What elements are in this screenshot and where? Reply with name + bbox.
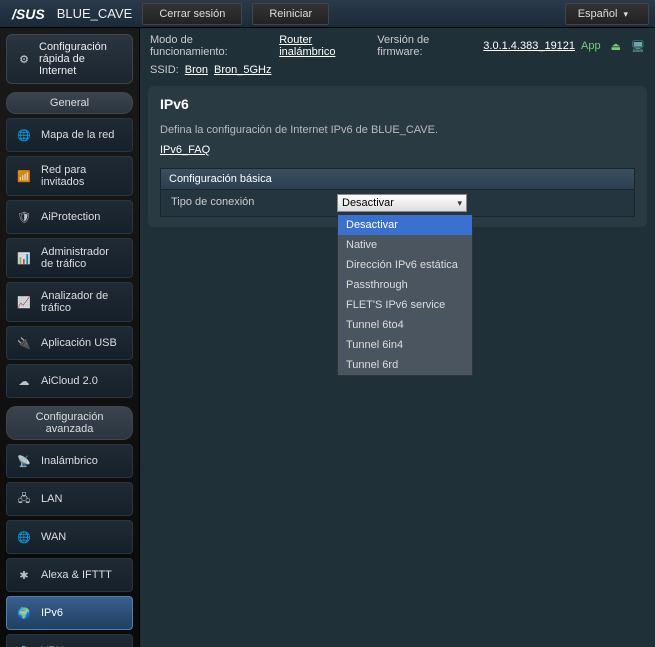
client-icon[interactable]: 🖥 [631, 40, 645, 53]
wireless-icon: 📡 [15, 452, 33, 470]
conn-option-6[interactable]: Tunnel 6in4 [338, 335, 472, 355]
page-title: IPv6 [160, 96, 635, 112]
gear-icon: ⚙ [15, 50, 33, 68]
sidebar-item-wan[interactable]: 🌐 WAN [6, 520, 133, 554]
sidebar-item-label: LAN [41, 493, 62, 505]
sidebar-item-label: IPv6 [41, 607, 63, 619]
sidebar-item-usb[interactable]: 🔌 Aplicación USB [6, 326, 133, 360]
sidebar-item-aiprot[interactable]: 🛡 AiProtection [6, 200, 133, 234]
aicloud-icon: ☁ [15, 372, 33, 390]
aiprot-icon: 🛡 [15, 208, 33, 226]
conn-type-dropdown: DesactivarNativeDirección IPv6 estáticaP… [337, 214, 473, 376]
page-description: Defina la configuración de Internet IPv6… [160, 124, 635, 136]
section-advanced: Configuración avanzada [6, 406, 133, 440]
faq-link[interactable]: IPv6_FAQ [160, 144, 210, 156]
sidebar-item-vpn[interactable]: 🔒VPN [6, 634, 133, 647]
language-selector[interactable]: Español [565, 3, 649, 25]
quick-setup-button[interactable]: ⚙ Configuración rápida de Internet [6, 34, 133, 84]
main-layout: ⚙ Configuración rápida de Internet Gener… [0, 28, 655, 647]
section-general: General [6, 92, 133, 114]
sidebar-item-guest[interactable]: 📶 Red para invitados [6, 156, 133, 196]
sidebar-item-aicloud[interactable]: ☁ AiCloud 2.0 [6, 364, 133, 398]
guest-icon: 📶 [15, 167, 33, 185]
analyzer-icon: 📈 [15, 293, 33, 311]
ipv6-icon: 🌍 [15, 604, 33, 622]
conn-option-3[interactable]: Passthrough [338, 275, 472, 295]
mode-label: Modo de funcionamiento: [150, 34, 273, 58]
sidebar-item-label: WAN [41, 531, 66, 543]
conn-option-5[interactable]: Tunnel 6to4 [338, 315, 472, 335]
conn-option-1[interactable]: Native [338, 235, 472, 255]
sidebar-item-alexa[interactable]: ✱ Alexa & IFTTT [6, 558, 133, 592]
conn-option-4[interactable]: FLET'S IPv6 service [338, 295, 472, 315]
info-bar: Modo de funcionamiento: Router inalámbri… [140, 28, 655, 64]
usb-icon[interactable]: ⏏ [611, 40, 621, 53]
brand-logo: /SUS [6, 6, 51, 22]
sidebar-item-label: AiCloud 2.0 [41, 375, 98, 387]
ssid-bar: SSID: Bron Bron_5GHz [140, 64, 655, 82]
sidebar-item-label: Administrador de tráfico [41, 246, 124, 270]
reboot-button[interactable]: Reiniciar [252, 3, 329, 25]
traffic-icon: 📊 [15, 249, 33, 267]
vpn-icon: 🔒 [15, 642, 33, 647]
ipv6-panel: IPv6 Defina la configuración de Internet… [148, 86, 647, 227]
sidebar-item-ipv6[interactable]: 🌍 IPv6 [6, 596, 133, 630]
alexa-icon: ✱ [15, 566, 33, 584]
conn-option-2[interactable]: Dirección IPv6 estática [338, 255, 472, 275]
sidebar-item-analyzer[interactable]: 📈 Analizador de tráfico [6, 282, 133, 322]
sidebar-item-lan[interactable]: 🖧 LAN [6, 482, 133, 516]
quick-setup-label: Configuración rápida de Internet [39, 41, 124, 77]
sidebar-item-label: Mapa de la red [41, 129, 114, 141]
content-area: Modo de funcionamiento: Router inalámbri… [140, 28, 655, 647]
map-icon: 🌐 [15, 126, 33, 144]
top-header: /SUS BLUE_CAVE Cerrar sesión Reiniciar E… [0, 0, 655, 28]
sidebar-item-label: Aplicación USB [41, 337, 117, 349]
sidebar-item-map[interactable]: 🌐 Mapa de la red [6, 118, 133, 152]
fw-link[interactable]: 3.0.1.4.383_19121 [483, 40, 575, 52]
sidebar-item-label: Analizador de tráfico [41, 290, 124, 314]
ssid1-link[interactable]: Bron [185, 64, 208, 76]
usb-icon: 🔌 [15, 334, 33, 352]
sidebar-item-label: Inalámbrico [41, 455, 98, 467]
mode-link[interactable]: Router inalámbrico [279, 34, 371, 58]
app-link[interactable]: App [581, 40, 601, 52]
conn-type-label: Tipo de conexión [161, 190, 331, 216]
device-name: BLUE_CAVE [57, 6, 133, 21]
sidebar-item-wireless[interactable]: 📡 Inalámbrico [6, 444, 133, 478]
lan-icon: 🖧 [15, 490, 33, 508]
ssid-label: SSID: [150, 64, 179, 76]
sidebar-item-traffic[interactable]: 📊 Administrador de tráfico [6, 238, 133, 278]
conn-option-0[interactable]: Desactivar [338, 215, 472, 235]
conn-type-row: Tipo de conexión Desactivar DesactivarNa… [160, 190, 635, 217]
ssid2-link[interactable]: Bron_5GHz [214, 64, 271, 76]
conn-type-select[interactable]: Desactivar [337, 194, 467, 212]
wan-icon: 🌐 [15, 528, 33, 546]
logout-button[interactable]: Cerrar sesión [142, 3, 242, 25]
fw-label: Versión de firmware: [377, 34, 477, 58]
sidebar-item-label: Alexa & IFTTT [41, 569, 112, 581]
conn-option-7[interactable]: Tunnel 6rd [338, 355, 472, 375]
sidebar-item-label: AiProtection [41, 211, 100, 223]
sidebar-item-label: Red para invitados [41, 164, 124, 188]
sidebar: ⚙ Configuración rápida de Internet Gener… [0, 28, 140, 647]
basic-config-header: Configuración básica [160, 168, 635, 190]
